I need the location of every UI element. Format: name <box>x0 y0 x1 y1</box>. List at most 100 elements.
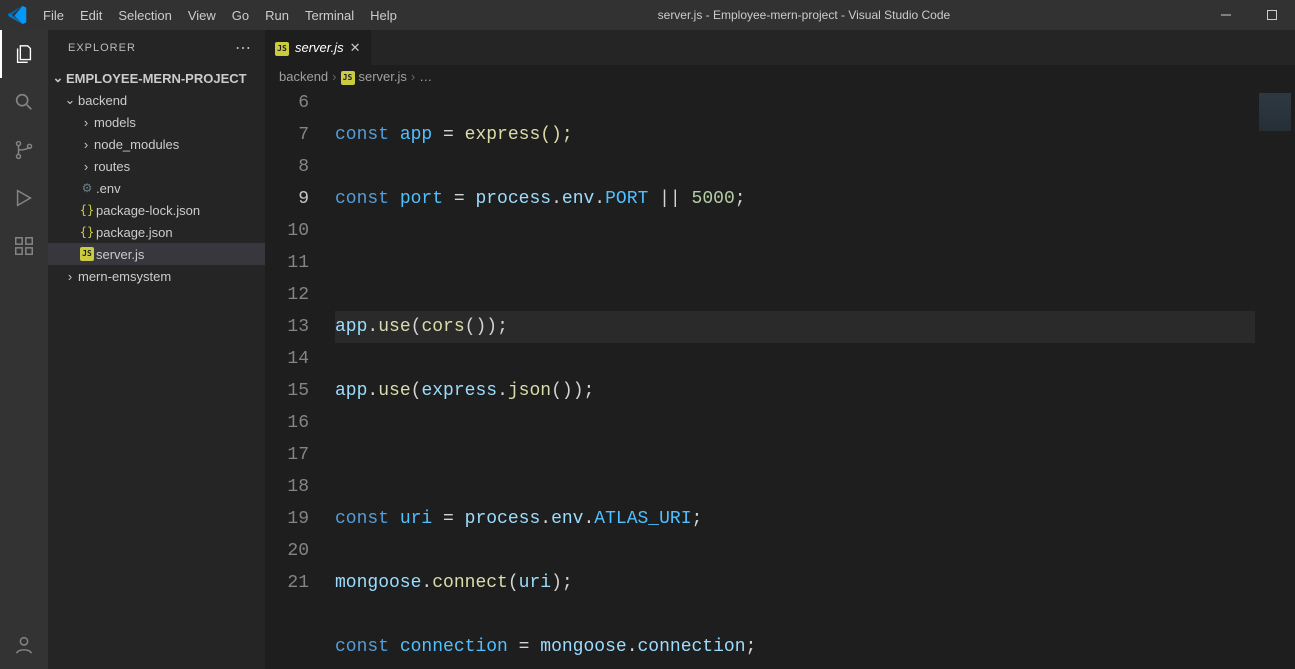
activity-run-debug[interactable] <box>0 174 48 222</box>
js-icon: JS <box>275 39 289 56</box>
tree-label: routes <box>94 159 130 174</box>
tree-project-root[interactable]: ⌄ EMPLOYEE-MERN-PROJECT <box>48 67 265 89</box>
gear-icon: ⚙ <box>78 181 96 195</box>
menu-terminal[interactable]: Terminal <box>297 0 362 30</box>
activity-bar <box>0 30 48 669</box>
line-number-gutter: 6 7 8 9 10 11 12 13 14 15 16 17 18 19 20… <box>265 87 329 669</box>
line-number: 15 <box>265 375 309 407</box>
activity-accounts[interactable] <box>0 621 48 669</box>
vscode-icon <box>0 4 35 26</box>
tree-folder-backend[interactable]: ⌄ backend <box>48 89 265 111</box>
explorer-panel: EXPLORER ⋯ ⌄ EMPLOYEE-MERN-PROJECT ⌄ bac… <box>48 30 265 669</box>
tree-folder-node-modules[interactable]: › node_modules <box>48 133 265 155</box>
maximize-button[interactable] <box>1249 0 1295 30</box>
line-number: 13 <box>265 311 309 343</box>
menu-go[interactable]: Go <box>224 0 257 30</box>
extensions-icon <box>13 235 35 257</box>
menu-file[interactable]: File <box>35 0 72 30</box>
tree-label: backend <box>78 93 127 108</box>
tree-folder-routes[interactable]: › routes <box>48 155 265 177</box>
line-number: 7 <box>265 119 309 151</box>
chevron-right-icon: › <box>78 137 94 152</box>
minimize-button[interactable] <box>1203 0 1249 30</box>
title-bar: File Edit Selection View Go Run Terminal… <box>0 0 1295 30</box>
tree-label: node_modules <box>94 137 179 152</box>
tree-file-env[interactable]: ⚙ .env <box>48 177 265 199</box>
chevron-down-icon: ⌄ <box>50 70 66 86</box>
branch-icon <box>13 139 35 161</box>
vscode-logo-icon <box>7 4 29 26</box>
js-icon: JS <box>341 68 355 85</box>
json-icon: {} <box>78 203 96 217</box>
chevron-right-icon: › <box>332 69 336 84</box>
editor-area: JS server.js ✕ backend › JS server.js › … <box>265 30 1295 669</box>
minimize-icon <box>1221 10 1231 20</box>
menu-view[interactable]: View <box>180 0 224 30</box>
chevron-right-icon: › <box>78 115 94 130</box>
menu-edit[interactable]: Edit <box>72 0 110 30</box>
line-number: 18 <box>265 471 309 503</box>
json-icon: {} <box>78 225 96 239</box>
chevron-right-icon: › <box>411 69 415 84</box>
file-tree: ⌄ EMPLOYEE-MERN-PROJECT ⌄ backend › mode… <box>48 65 265 287</box>
line-number: 20 <box>265 535 309 567</box>
activity-explorer[interactable] <box>0 30 48 78</box>
editor-tabs: JS server.js ✕ <box>265 30 1295 65</box>
breadcrumb-segment[interactable]: server.js <box>359 69 407 84</box>
line-number: 14 <box>265 343 309 375</box>
tree-label: package-lock.json <box>96 203 200 218</box>
chevron-right-icon: › <box>62 269 78 284</box>
activity-source-control[interactable] <box>0 126 48 174</box>
tab-label: server.js <box>295 40 344 55</box>
chevron-right-icon: › <box>78 159 94 174</box>
line-number: 8 <box>265 151 309 183</box>
menu-selection[interactable]: Selection <box>110 0 179 30</box>
project-name: EMPLOYEE-MERN-PROJECT <box>66 71 247 86</box>
files-icon <box>13 43 35 65</box>
line-number: 10 <box>265 215 309 247</box>
tree-label: package.json <box>96 225 173 240</box>
window-title: server.js - Employee-mern-project - Visu… <box>405 8 1203 22</box>
menu-help[interactable]: Help <box>362 0 405 30</box>
tree-folder-models[interactable]: › models <box>48 111 265 133</box>
chevron-down-icon: ⌄ <box>62 92 78 108</box>
maximize-icon <box>1267 10 1277 20</box>
minimap-viewport <box>1259 93 1291 131</box>
js-icon: JS <box>78 247 96 261</box>
search-icon <box>13 91 35 113</box>
tab-server-js[interactable]: JS server.js ✕ <box>265 30 372 65</box>
breadcrumb-segment[interactable]: backend <box>279 69 328 84</box>
menu-bar: File Edit Selection View Go Run Terminal… <box>35 0 405 30</box>
tree-file-package-lock[interactable]: {} package-lock.json <box>48 199 265 221</box>
tree-label: mern-emsystem <box>78 269 171 284</box>
window-controls <box>1203 0 1295 30</box>
breadcrumbs[interactable]: backend › JS server.js › … <box>265 65 1295 87</box>
tree-file-package[interactable]: {} package.json <box>48 221 265 243</box>
activity-extensions[interactable] <box>0 222 48 270</box>
tree-label: models <box>94 115 136 130</box>
line-number: 16 <box>265 407 309 439</box>
tree-folder-mern-emsystem[interactable]: › mern-emsystem <box>48 265 265 287</box>
code-editor[interactable]: 6 7 8 9 10 11 12 13 14 15 16 17 18 19 20… <box>265 87 1295 669</box>
tree-file-server[interactable]: JS server.js <box>48 243 265 265</box>
explorer-more-icon[interactable]: ⋯ <box>235 38 253 58</box>
line-number: 12 <box>265 279 309 311</box>
minimap[interactable] <box>1255 87 1295 669</box>
line-number: 19 <box>265 503 309 535</box>
tree-label: server.js <box>96 247 144 262</box>
explorer-title: EXPLORER <box>68 42 136 54</box>
line-number: 6 <box>265 87 309 119</box>
line-number: 11 <box>265 247 309 279</box>
activity-search[interactable] <box>0 78 48 126</box>
code-content[interactable]: const app = express(); const port = proc… <box>329 87 1255 669</box>
menu-run[interactable]: Run <box>257 0 297 30</box>
tree-label: .env <box>96 181 121 196</box>
account-icon <box>13 634 35 656</box>
close-icon[interactable]: ✕ <box>350 40 361 56</box>
explorer-header: EXPLORER ⋯ <box>48 30 265 65</box>
line-number: 17 <box>265 439 309 471</box>
line-number: 21 <box>265 567 309 599</box>
line-number: 9 <box>265 183 309 215</box>
breadcrumb-trail[interactable]: … <box>419 69 432 84</box>
play-debug-icon <box>13 187 35 209</box>
